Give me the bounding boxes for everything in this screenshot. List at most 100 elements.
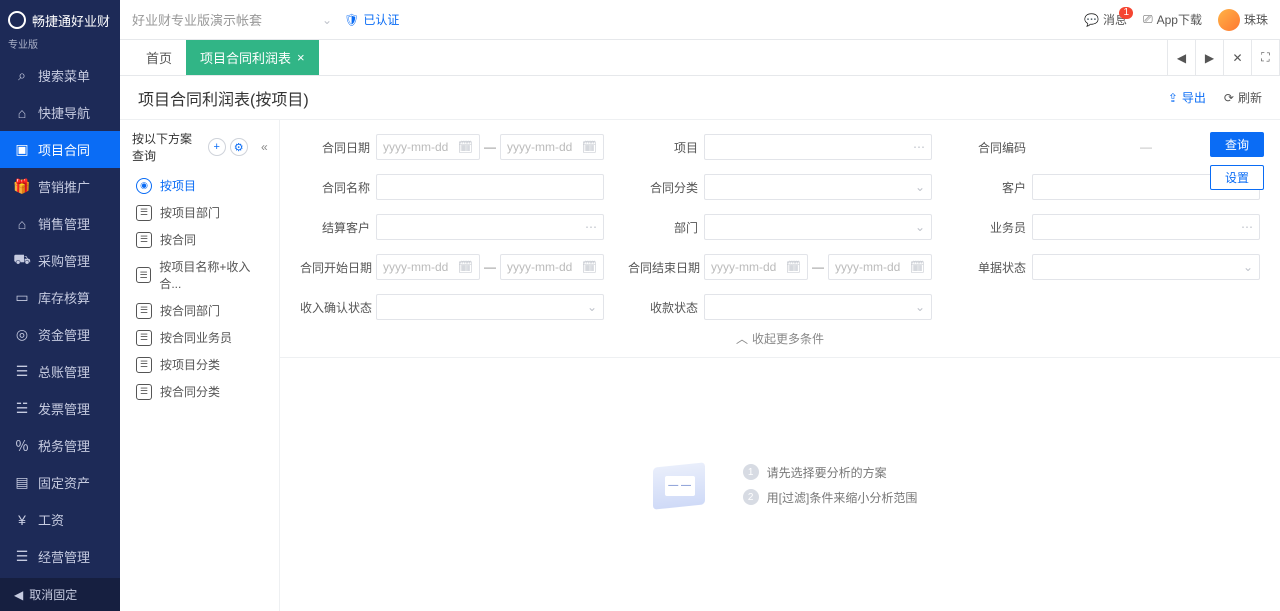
side-menu: ⌕搜索菜单⌂快捷导航▣项目合同🎁营销推广⌂销售管理⛟采购管理 ▭ 库存核算 ◎ 资金管理… (0, 57, 120, 578)
payment-status-select[interactable]: ⌄ (704, 294, 932, 320)
scheme-settings-button[interactable]: ⚙ (230, 138, 248, 156)
filter-form: 合同日期 yyyy-mm-dd🗓 — yyyy-mm-dd🗓 项目 ⋯ 合同编码 (280, 120, 1280, 320)
chevron-down-icon: ⌄ (915, 220, 925, 234)
ellipsis-icon: ⋯ (585, 220, 597, 234)
filter-form-area: 查询 设置 合同日期 yyyy-mm-dd🗓 — yyyy-mm-dd🗓 (280, 120, 1280, 611)
contract-name-input[interactable] (376, 174, 604, 200)
sidebar-item-13[interactable]: ☰经营管理 (0, 538, 120, 575)
folder-icon: ▣ (14, 142, 30, 158)
start-date-from[interactable]: yyyy-mm-dd🗓 (376, 254, 480, 280)
sidebar-item-6[interactable]: ▭ 库存核算 (0, 279, 120, 316)
scheme-item-1[interactable]: ☰按项目部门 (132, 199, 271, 226)
box-icon: ▭ (14, 290, 30, 306)
sidebar: 畅捷通好业财 专业版 ⌕搜索菜单⌂快捷导航▣项目合同🎁营销推广⌂销售管理⛟采购管… (0, 0, 120, 611)
scheme-panel-title: 按以下方案查询 (132, 130, 202, 164)
query-button[interactable]: 查询 (1210, 132, 1264, 157)
sidebar-pin-toggle[interactable]: ◀ 取消固定 (0, 578, 120, 611)
label-end-date: 合同结束日期 (628, 259, 698, 276)
project-select[interactable]: ⋯ (704, 134, 932, 160)
scheme-item-2[interactable]: ☰按合同 (132, 226, 271, 253)
tab-project-contract-profit[interactable]: 项目合同利润表 × (186, 40, 319, 75)
message-icon: 💬 (1084, 13, 1099, 27)
invoice-icon: ☱ (14, 401, 30, 417)
scheme-item-4[interactable]: ☰按合同部门 (132, 297, 271, 324)
contract-date-to[interactable]: yyyy-mm-dd🗓 (500, 134, 604, 160)
end-date-from[interactable]: yyyy-mm-dd🗓 (704, 254, 808, 280)
logo-icon (8, 11, 26, 29)
export-button[interactable]: ⇪ 导出 (1168, 89, 1206, 106)
sidebar-item-2[interactable]: ▣项目合同 (0, 131, 120, 168)
end-date-to[interactable]: yyyy-mm-dd🗓 (828, 254, 932, 280)
sidebar-item-label: 搜索菜单 (38, 66, 90, 85)
scheme-item-5[interactable]: ☰按合同业务员 (132, 324, 271, 351)
empty-illustration: — — (643, 450, 723, 520)
chevron-down-icon: ⌄ (322, 13, 332, 27)
settle-customer-select[interactable]: ⋯ (376, 214, 604, 240)
close-icon[interactable]: × (297, 50, 305, 65)
department-select[interactable]: ⌄ (704, 214, 932, 240)
income-status-select[interactable]: ⌄ (376, 294, 604, 320)
sidebar-item-9[interactable]: ☱发票管理 (0, 390, 120, 427)
label-settle-customer: 结算客户 (300, 219, 370, 236)
add-scheme-button[interactable]: + (208, 138, 226, 156)
collapse-panel-button[interactable]: « (258, 139, 271, 155)
sidebar-item-5[interactable]: ⛟采购管理 (0, 242, 120, 279)
sidebar-item-4[interactable]: ⌂销售管理 (0, 205, 120, 242)
ellipsis-icon: ⋯ (1241, 220, 1253, 234)
sidebar-item-11[interactable]: ▤固定资产 (0, 464, 120, 501)
sidebar-item-1[interactable]: ⌂快捷导航 (0, 94, 120, 131)
chevron-down-icon: ⌄ (915, 180, 925, 194)
tab-prev-button[interactable]: ◀ (1168, 40, 1196, 76)
refresh-button[interactable]: ⟳ 刷新 (1224, 89, 1262, 106)
scheme-icon: ☰ (136, 384, 152, 400)
sidebar-item-3[interactable]: 🎁营销推广 (0, 168, 120, 205)
sidebar-item-10[interactable]: ％税务管理 (0, 427, 120, 464)
tab-home[interactable]: 首页 (132, 40, 186, 75)
empty-step-2: 2用[过滤]条件来缩小分析范围 (743, 489, 918, 506)
scheme-item-0[interactable]: ◉按项目 (132, 172, 271, 199)
bill-status-select[interactable]: ⌄ (1032, 254, 1260, 280)
contract-class-select[interactable]: ⌄ (704, 174, 932, 200)
scheme-icon: ☰ (136, 330, 152, 346)
scheme-item-6[interactable]: ☰按项目分类 (132, 351, 271, 378)
coin-icon: ◎ (14, 327, 30, 343)
tab-next-button[interactable]: ▶ (1196, 40, 1224, 76)
sidebar-item-label: 资金管理 (38, 325, 90, 344)
sidebar-item-0[interactable]: ⌕搜索菜单 (0, 57, 120, 94)
sidebar-item-label: 总账管理 (38, 362, 90, 381)
scheme-label: 按合同部门 (160, 302, 220, 319)
sidebar-item-7[interactable]: ◎ 资金管理 (0, 316, 120, 353)
collapse-conditions-button[interactable]: ︿ 收起更多条件 (280, 320, 1280, 355)
fullscreen-button[interactable]: ⛶ (1252, 40, 1280, 76)
ellipsis-icon: ⋯ (913, 140, 925, 154)
setting-button[interactable]: 设置 (1210, 165, 1264, 190)
scheme-label: 按项目部门 (160, 204, 220, 221)
sidebar-item-8[interactable]: ☰总账管理 (0, 353, 120, 390)
scheme-item-7[interactable]: ☰按合同分类 (132, 378, 271, 405)
biz-icon: ☰ (14, 549, 30, 565)
brand-name: 畅捷通好业财 (32, 11, 110, 30)
scheme-item-3[interactable]: ☰按项目名称+收入合... (132, 253, 271, 297)
chevron-down-icon: ⌄ (1243, 260, 1253, 274)
calendar-icon: 🗓 (786, 260, 801, 274)
brand-edition: 专业版 (0, 36, 120, 51)
tab-close-all-button[interactable]: ✕ (1224, 40, 1252, 76)
user-menu[interactable]: 珠珠 (1218, 9, 1268, 31)
scheme-icon: ◉ (136, 178, 152, 194)
content: 按以下方案查询 + ⚙ « ◉按项目☰按项目部门☰按合同☰按项目名称+收入合..… (120, 120, 1280, 611)
start-date-to[interactable]: yyyy-mm-dd🗓 (500, 254, 604, 280)
cart-icon: ⌂ (14, 216, 30, 232)
app-download-button[interactable]: ⎚ App下载 (1143, 11, 1202, 28)
message-button[interactable]: 💬 消息 1 (1084, 11, 1127, 28)
sidebar-item-12[interactable]: ¥工资 (0, 501, 120, 538)
sidebar-item-label: 库存核算 (38, 288, 90, 307)
gift-icon: 🎁 (14, 179, 30, 195)
calendar-icon: 🗓 (458, 260, 473, 274)
verified-badge: 🛡 已认证 (344, 11, 399, 28)
label-contract-code: 合同编码 (956, 139, 1026, 156)
account-selector[interactable]: 好业财专业版演示帐套 ⌄ (132, 10, 332, 29)
salesman-select[interactable]: ⋯ (1032, 214, 1260, 240)
scheme-icon: ☰ (136, 232, 152, 248)
contract-date-from[interactable]: yyyy-mm-dd🗓 (376, 134, 480, 160)
wage-icon: ¥ (14, 512, 30, 528)
